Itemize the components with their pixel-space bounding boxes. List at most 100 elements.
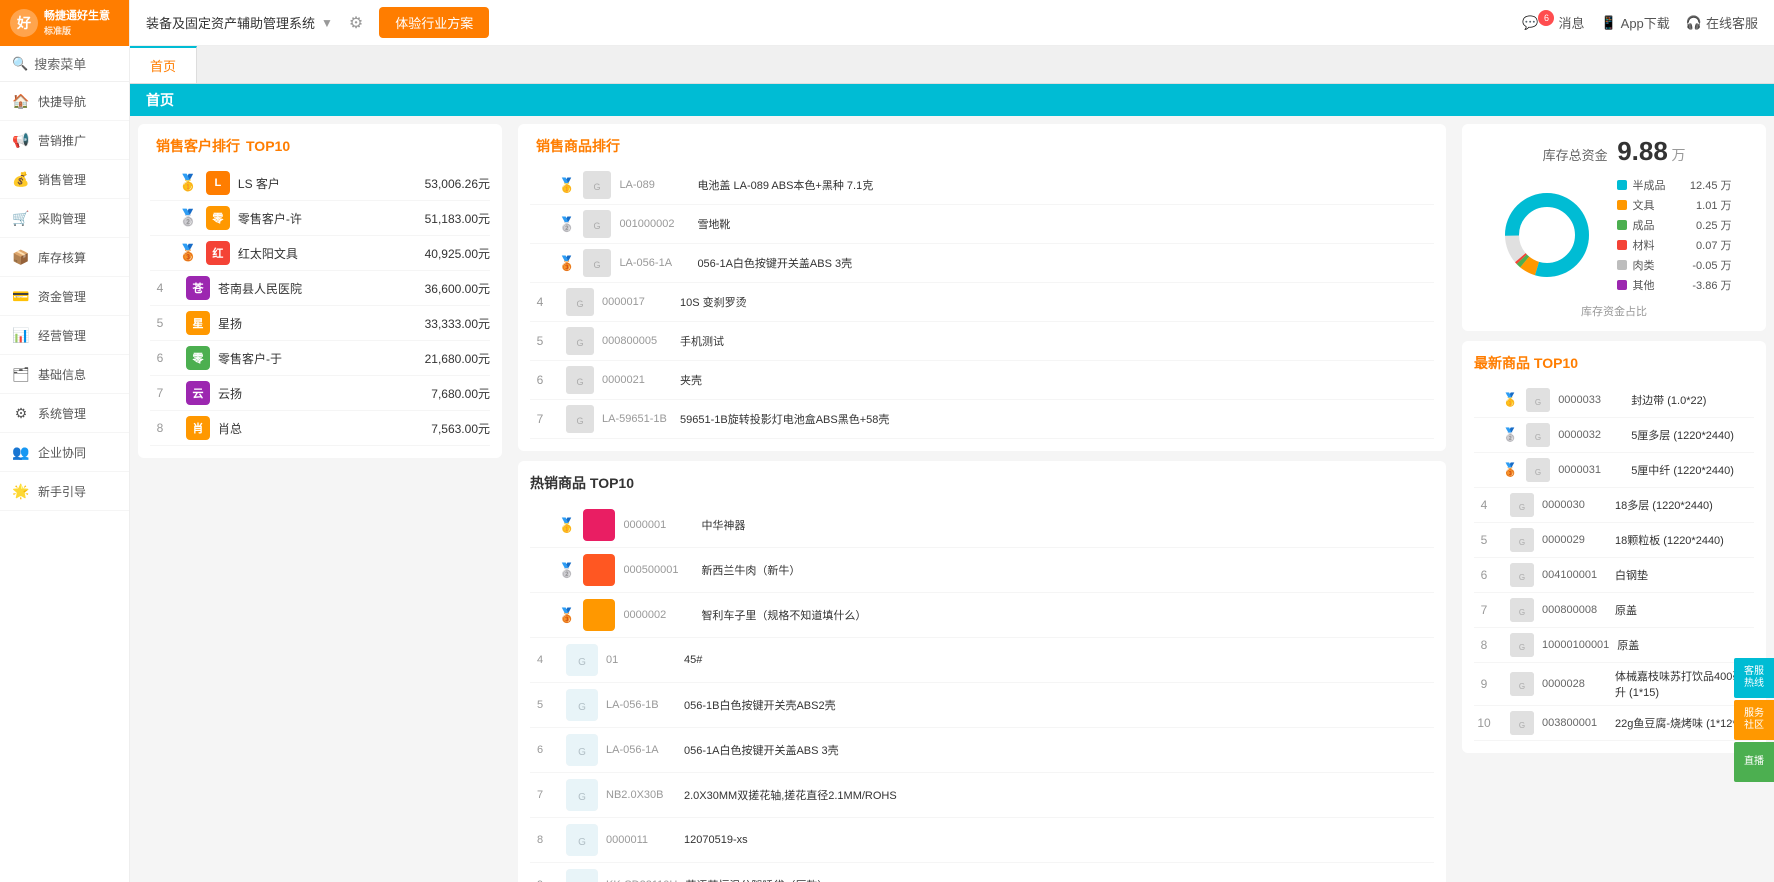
sidebar-item-guide[interactable]: 🌟 新手引导 xyxy=(0,472,129,511)
sidebar-item-label: 资金管理 xyxy=(38,288,86,305)
rank-number: 5 xyxy=(530,699,550,711)
sidebar-item-finance[interactable]: 💳 资金管理 xyxy=(0,277,129,316)
sales-rank-row: 7 云 云扬 7,680.00元 xyxy=(150,376,490,411)
message-btn[interactable]: 💬 6 消息 xyxy=(1522,13,1584,32)
rank-number: 7 xyxy=(150,386,170,400)
new-product-row: 6 G 004100001 白钢垫 xyxy=(1474,558,1754,593)
sales-product-row: 5 G 000800005 手机测试 xyxy=(530,322,1434,361)
rank-number: 9 xyxy=(1474,677,1494,691)
new-products-list: 🥇 G 0000033 封边带 (1.0*22) 🥈 G 0000032 5厘多… xyxy=(1474,383,1754,741)
new-product-name: 5厘多层 (1220*2440) xyxy=(1631,427,1754,443)
new-product-thumbnail: G xyxy=(1510,598,1534,622)
sidebar-item-label: 营销推广 xyxy=(38,132,86,149)
new-product-name: 白钢垫 xyxy=(1615,567,1754,583)
product-name: 雪地靴 xyxy=(697,216,1434,232)
product-code: LA-056-1B xyxy=(606,699,676,711)
sidebar-item-operations[interactable]: 📊 经营管理 xyxy=(0,316,129,355)
sales-product-row: 🥇 G LA-089 电池盖 LA-089 ABS本色+黑种 7.1克 xyxy=(530,166,1434,205)
medal-icon: 🥉 xyxy=(1502,462,1518,478)
legend-color-dot xyxy=(1617,280,1627,290)
new-product-thumbnail: G xyxy=(1526,458,1550,482)
new-product-name: 18多层 (1220*2440) xyxy=(1615,497,1754,513)
new-product-row: 5 G 0000029 18颗粒板 (1220*2440) xyxy=(1474,523,1754,558)
sales-rank-row: 5 星 星扬 33,333.00元 xyxy=(150,306,490,341)
product-code: LA-089 xyxy=(619,179,689,191)
customer-amount: 36,600.00元 xyxy=(425,280,490,297)
online-service-btn[interactable]: 🎧 在线客服 xyxy=(1686,13,1758,32)
settings-icon[interactable]: ⚙ xyxy=(349,13,363,33)
sales-product-row: 4 G 0000017 10S 变刹罗烫 xyxy=(530,283,1434,322)
customer-name: 零售客户-许 xyxy=(238,210,417,227)
legend-value: -0.05 万 xyxy=(1672,257,1732,273)
new-products-card: 最新商品 TOP10 🥇 G 0000033 封边带 (1.0*22) 🥈 G … xyxy=(1462,341,1766,753)
product-name: 59651-1B旋转投影灯电池盒ABS黑色+58壳 xyxy=(680,411,1434,427)
sales-icon: 💰 xyxy=(12,170,30,188)
hot-product-row: 8 G 0000011 12070519-xs xyxy=(530,818,1434,863)
sidebar-item-label: 库存核算 xyxy=(38,249,86,266)
svg-text:G: G xyxy=(1535,398,1541,407)
rank-number: 7 xyxy=(530,412,550,426)
customer-name: 苍南县人民医院 xyxy=(218,280,417,297)
sidebar-item-system[interactable]: ⚙ 系统管理 xyxy=(0,394,129,433)
sidebar-item-inventory[interactable]: 📦 库存核算 xyxy=(0,238,129,277)
sidebar-item-collab[interactable]: 👥 企业协同 xyxy=(0,433,129,472)
svg-text:G: G xyxy=(578,837,586,848)
customer-service-btn[interactable]: 客服热线 xyxy=(1734,658,1774,698)
product-image-placeholder: G xyxy=(566,779,598,811)
new-product-name: 18颗粒板 (1220*2440) xyxy=(1615,532,1754,548)
hot-product-row: 🥈 000500001 新西兰牛肉（新牛） xyxy=(530,548,1434,593)
new-product-code: 0000029 xyxy=(1542,534,1607,546)
app-name: 畅捷通好生意 xyxy=(44,9,110,23)
hot-product-row: 7 G NB2.0X30B 2.0X30MM双搓花轴,搓花直径2.1MM/ROH… xyxy=(530,773,1434,818)
customer-amount: 40,925.00元 xyxy=(425,245,490,262)
live-broadcast-btn[interactable]: 直播 xyxy=(1734,742,1774,782)
product-code: 0000017 xyxy=(602,296,672,308)
svg-text:G: G xyxy=(1519,573,1525,582)
new-product-code: 0000033 xyxy=(1558,394,1623,406)
new-product-thumbnail: G xyxy=(1510,672,1534,696)
tab-home[interactable]: 首页 xyxy=(130,46,197,83)
legend-value: 0.07 万 xyxy=(1672,237,1732,253)
search-menu[interactable]: 🔍 搜索菜单 xyxy=(0,46,129,82)
product-code: LA-056-1A xyxy=(606,744,676,756)
customer-avatar: L xyxy=(206,171,230,195)
rank-number: 8 xyxy=(530,834,550,846)
main-area: 装备及固定资产辅助管理系统 ▼ ⚙ 体验行业方案 💬 6 消息 📱 App下载 … xyxy=(130,0,1774,882)
experience-btn[interactable]: 体验行业方案 xyxy=(379,7,489,38)
svg-text:G: G xyxy=(576,416,583,426)
new-product-row: 🥈 G 0000032 5厘多层 (1220*2440) xyxy=(1474,418,1754,453)
new-product-code: 000800008 xyxy=(1542,604,1607,616)
sidebar-item-shortcuts[interactable]: 🏠 快捷导航 xyxy=(0,82,129,121)
new-product-thumbnail: G xyxy=(1526,423,1550,447)
new-product-row: 7 G 000800008 原盖 xyxy=(1474,593,1754,628)
mid-column: 销售商品排行 🥇 G LA-089 电池盖 LA-089 ABS本色+黑种 7.… xyxy=(510,116,1454,882)
message-icon: 💬 xyxy=(1522,15,1538,31)
legend-color-dot xyxy=(1617,260,1627,270)
new-product-code: 0000028 xyxy=(1542,678,1607,690)
hot-products-list: 🥇 0000001 中华神器 🥈 000500001 新西兰牛肉（新牛） 🥉 0… xyxy=(530,503,1434,882)
service-community-btn[interactable]: 服务社区 xyxy=(1734,700,1774,740)
app-download-btn[interactable]: 📱 App下载 xyxy=(1600,13,1669,32)
sidebar-item-marketing[interactable]: 📢 营销推广 xyxy=(0,121,129,160)
inventory-total-amount: 9.88 xyxy=(1617,136,1668,166)
new-product-name: 原盖 xyxy=(1617,637,1754,653)
rank-number: 10 xyxy=(1474,716,1494,730)
sidebar-item-sales[interactable]: 💰 销售管理 xyxy=(0,160,129,199)
hot-products-title: 热销商品 TOP10 xyxy=(530,473,1434,493)
collab-icon: 👥 xyxy=(12,443,30,461)
legend-item: 材料 0.07 万 xyxy=(1617,237,1732,253)
page-header-label: 首页 xyxy=(146,92,174,108)
customer-avatar: 红 xyxy=(206,241,230,265)
sidebar-item-base-info[interactable]: 🗂 基础信息 xyxy=(0,355,129,394)
sales-product-row: 6 G 0000021 夹壳 xyxy=(530,361,1434,400)
sidebar-item-label: 经营管理 xyxy=(38,327,86,344)
legend-item: 其他 -3.86 万 xyxy=(1617,277,1732,293)
customer-name: 星扬 xyxy=(218,315,417,332)
product-thumbnail: G xyxy=(566,366,594,394)
rank-number: 7 xyxy=(530,789,550,801)
sidebar-item-purchase[interactable]: 🛒 采购管理 xyxy=(0,199,129,238)
hot-product-row: 🥉 0000002 智利车子里（规格不知道填什么） xyxy=(530,593,1434,638)
product-thumbnail: G xyxy=(583,210,611,238)
new-product-code: 004100001 xyxy=(1542,569,1607,581)
product-code: 000800005 xyxy=(602,335,672,347)
